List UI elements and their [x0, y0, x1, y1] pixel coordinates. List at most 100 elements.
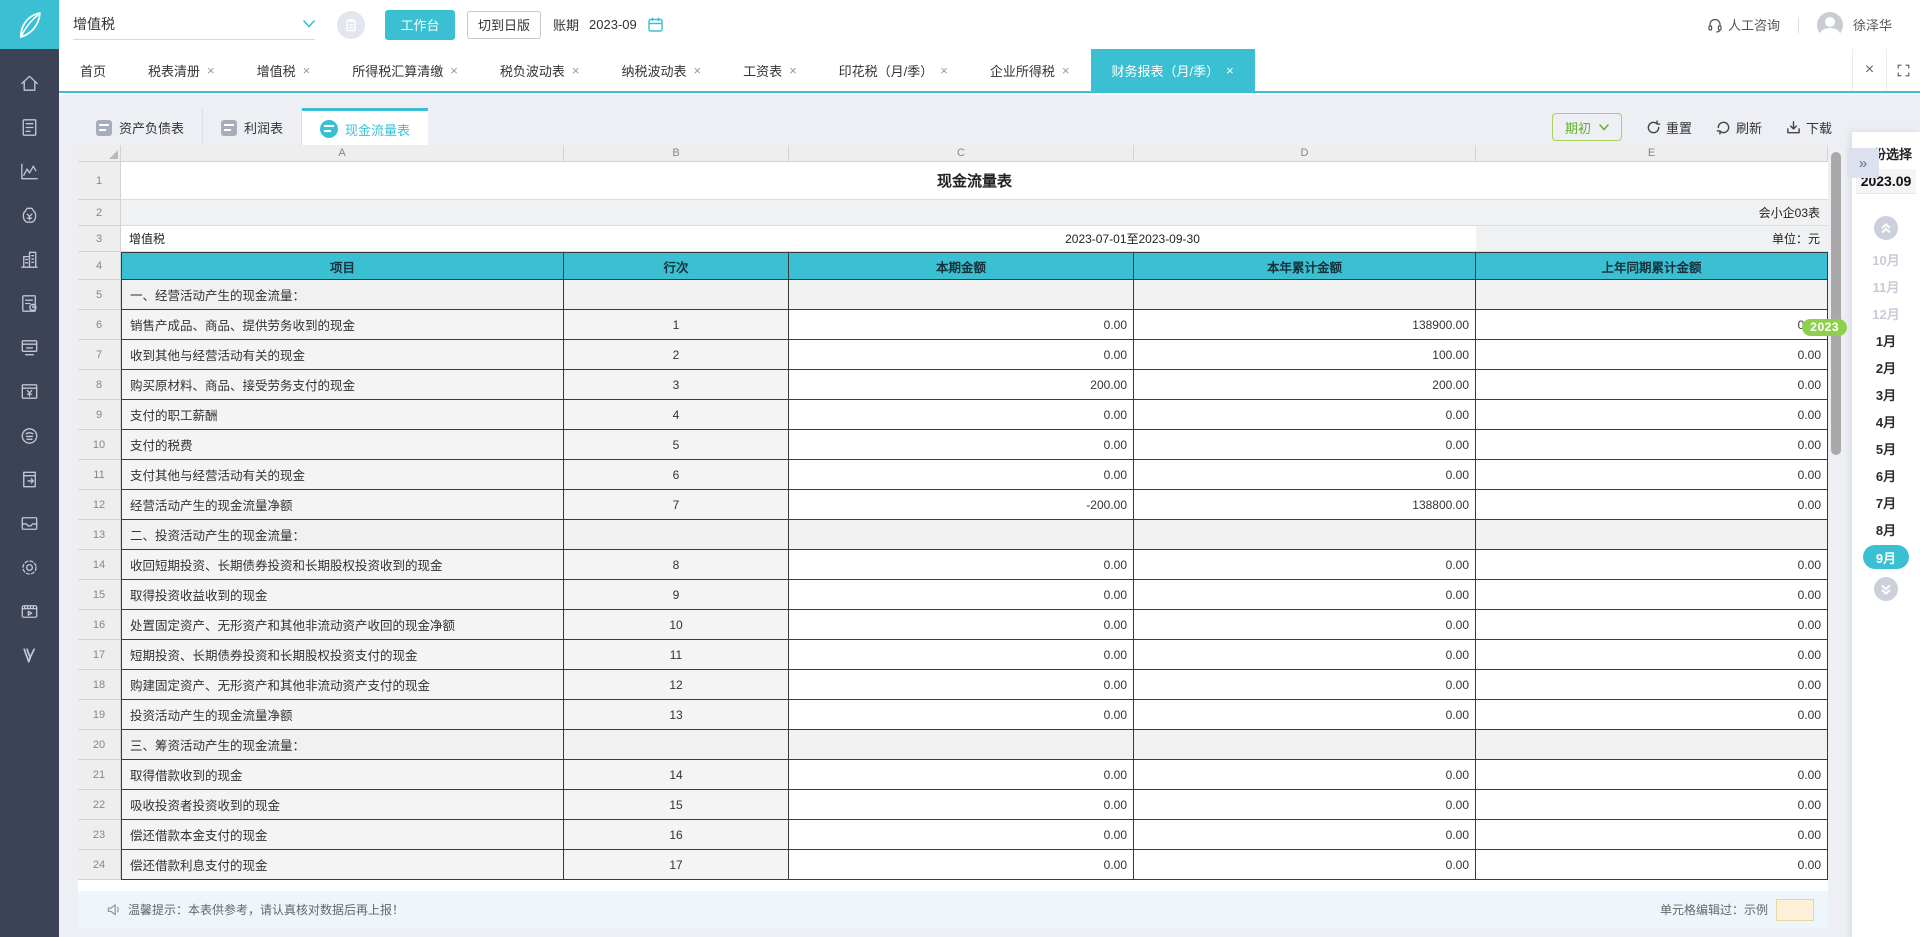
- tab-close-icon[interactable]: ×: [940, 63, 948, 78]
- prior-amount-cell-r21[interactable]: 0.00: [1476, 760, 1828, 790]
- subtab-2[interactable]: 现金流量表: [302, 108, 429, 147]
- month-option-6月[interactable]: 6月: [1863, 464, 1909, 487]
- current-amount-cell-r16[interactable]: 0.00: [789, 610, 1134, 640]
- period-select-button[interactable]: 期初: [1551, 113, 1622, 141]
- tab-0[interactable]: 首页: [59, 49, 127, 91]
- month-option-8月[interactable]: 8月: [1863, 518, 1909, 541]
- sidebar-item-tax-circle-icon[interactable]: [8, 413, 52, 457]
- month-option-1月[interactable]: 1月: [1863, 329, 1909, 352]
- collapse-month-panel-button[interactable]: »: [1847, 148, 1879, 178]
- ytd-amount-cell-r15[interactable]: 0.00: [1134, 580, 1476, 610]
- sidebar-item-invoice-icon[interactable]: [8, 105, 52, 149]
- month-option-7月[interactable]: 7月: [1863, 491, 1909, 514]
- current-amount-cell-r7[interactable]: 0.00: [789, 340, 1134, 370]
- month-option-3月[interactable]: 3月: [1863, 383, 1909, 406]
- tax-type-dropdown[interactable]: 增值税: [73, 10, 315, 40]
- tab-close-icon[interactable]: ×: [1226, 63, 1234, 78]
- sidebar-item-archive-icon[interactable]: [8, 501, 52, 545]
- prior-amount-cell-r16[interactable]: 0.00: [1476, 610, 1828, 640]
- tab-close-icon[interactable]: ×: [207, 63, 215, 78]
- sidebar-item-funds-icon[interactable]: [8, 193, 52, 237]
- current-amount-cell-r17[interactable]: 0.00: [789, 640, 1134, 670]
- prior-amount-cell-r7[interactable]: 0.00: [1476, 340, 1828, 370]
- fullscreen-button[interactable]: [1886, 49, 1920, 91]
- current-amount-cell-r24[interactable]: 0.00: [789, 850, 1134, 880]
- column-header-B[interactable]: B: [564, 145, 789, 162]
- month-option-11月[interactable]: 11月: [1863, 275, 1909, 298]
- avatar[interactable]: [1816, 11, 1843, 38]
- tab-close-icon[interactable]: ×: [789, 63, 797, 78]
- current-amount-cell-r11[interactable]: 0.00: [789, 460, 1134, 490]
- prior-amount-cell-r24[interactable]: 0.00: [1476, 850, 1828, 880]
- ytd-amount-cell-r17[interactable]: 0.00: [1134, 640, 1476, 670]
- sidebar-item-tutorial-icon[interactable]: [8, 589, 52, 633]
- prior-amount-cell-r9[interactable]: 0.00: [1476, 400, 1828, 430]
- sidebar-item-salary-icon[interactable]: [8, 369, 52, 413]
- reset-button[interactable]: 重置: [1646, 118, 1692, 137]
- sidebar-item-tax-terminal-icon[interactable]: [8, 325, 52, 369]
- column-header-C[interactable]: C: [789, 145, 1134, 162]
- prior-amount-cell-r17[interactable]: 0.00: [1476, 640, 1828, 670]
- month-option-10月[interactable]: 10月: [1863, 248, 1909, 271]
- prior-amount-cell-r19[interactable]: 0.00: [1476, 700, 1828, 730]
- current-amount-cell-r23[interactable]: 0.00: [789, 820, 1134, 850]
- prior-amount-cell-r15[interactable]: 0.00: [1476, 580, 1828, 610]
- sidebar-item-brand-v-icon[interactable]: [8, 633, 52, 677]
- current-amount-cell-r12[interactable]: -200.00: [789, 490, 1134, 520]
- ytd-amount-cell-r21[interactable]: 0.00: [1134, 760, 1476, 790]
- tab-6[interactable]: 工资表 ×: [722, 49, 818, 91]
- prior-amount-cell-r10[interactable]: 0.00: [1476, 430, 1828, 460]
- month-option-12月[interactable]: 12月: [1863, 302, 1909, 325]
- ytd-amount-cell-r8[interactable]: 200.00: [1134, 370, 1476, 400]
- tab-3[interactable]: 所得税汇算清缴 ×: [331, 49, 479, 91]
- ytd-amount-cell-r22[interactable]: 0.00: [1134, 790, 1476, 820]
- prior-amount-cell-r14[interactable]: 0.00: [1476, 550, 1828, 580]
- tab-close-icon[interactable]: ×: [450, 63, 458, 78]
- current-amount-cell-r19[interactable]: 0.00: [789, 700, 1134, 730]
- current-amount-cell-r6[interactable]: 0.00: [789, 310, 1134, 340]
- close-all-tabs-button[interactable]: ×: [1852, 49, 1886, 91]
- subtab-0[interactable]: 资产负债表: [78, 108, 204, 147]
- ytd-amount-cell-r9[interactable]: 0.00: [1134, 400, 1476, 430]
- ytd-amount-cell-r16[interactable]: 0.00: [1134, 610, 1476, 640]
- month-option-4月[interactable]: 4月: [1863, 410, 1909, 433]
- download-button[interactable]: 下载: [1786, 118, 1832, 137]
- sidebar-item-report-clock-icon[interactable]: [8, 281, 52, 325]
- current-amount-cell-r8[interactable]: 200.00: [789, 370, 1134, 400]
- tab-4[interactable]: 税负波动表 ×: [479, 49, 601, 91]
- ytd-amount-cell-r6[interactable]: 138900.00: [1134, 310, 1476, 340]
- current-amount-cell-r14[interactable]: 0.00: [789, 550, 1134, 580]
- tab-9[interactable]: 财务报表（月/季） ×: [1090, 49, 1255, 91]
- prior-amount-cell-r8[interactable]: 0.00: [1476, 370, 1828, 400]
- prior-amount-cell-r11[interactable]: 0.00: [1476, 460, 1828, 490]
- sidebar-item-home-icon[interactable]: [8, 61, 52, 105]
- ytd-amount-cell-r10[interactable]: 0.00: [1134, 430, 1476, 460]
- username[interactable]: 徐泽华: [1853, 15, 1892, 34]
- current-amount-cell-r10[interactable]: 0.00: [789, 430, 1134, 460]
- sheet-corner-cell[interactable]: [78, 145, 121, 162]
- tab-5[interactable]: 纳税波动表 ×: [600, 49, 722, 91]
- clipboard-icon[interactable]: [337, 10, 365, 39]
- ytd-amount-cell-r11[interactable]: 0.00: [1134, 460, 1476, 490]
- month-option-2月[interactable]: 2月: [1863, 356, 1909, 379]
- column-header-E[interactable]: E: [1476, 145, 1828, 162]
- tab-8[interactable]: 企业所得税 ×: [969, 49, 1091, 91]
- ytd-amount-cell-r18[interactable]: 0.00: [1134, 670, 1476, 700]
- prior-amount-cell-r12[interactable]: 0.00: [1476, 490, 1828, 520]
- sidebar-item-settings-icon[interactable]: [8, 545, 52, 589]
- ytd-amount-cell-r23[interactable]: 0.00: [1134, 820, 1476, 850]
- tab-close-icon[interactable]: ×: [303, 63, 311, 78]
- ytd-amount-cell-r19[interactable]: 0.00: [1134, 700, 1476, 730]
- tab-close-icon[interactable]: ×: [572, 63, 580, 78]
- current-amount-cell-r18[interactable]: 0.00: [789, 670, 1134, 700]
- scroll-months-down-button[interactable]: [1874, 577, 1898, 601]
- switch-old-version-button[interactable]: 切到日版: [467, 10, 542, 39]
- ytd-amount-cell-r24[interactable]: 0.00: [1134, 850, 1476, 880]
- column-header-A[interactable]: A: [121, 145, 564, 162]
- sidebar-item-report-chart-icon[interactable]: [8, 149, 52, 193]
- prior-amount-cell-r23[interactable]: 0.00: [1476, 820, 1828, 850]
- period-value[interactable]: 2023-09: [589, 17, 637, 32]
- tab-1[interactable]: 税表清册 ×: [127, 49, 236, 91]
- current-amount-cell-r9[interactable]: 0.00: [789, 400, 1134, 430]
- ytd-amount-cell-r12[interactable]: 138800.00: [1134, 490, 1476, 520]
